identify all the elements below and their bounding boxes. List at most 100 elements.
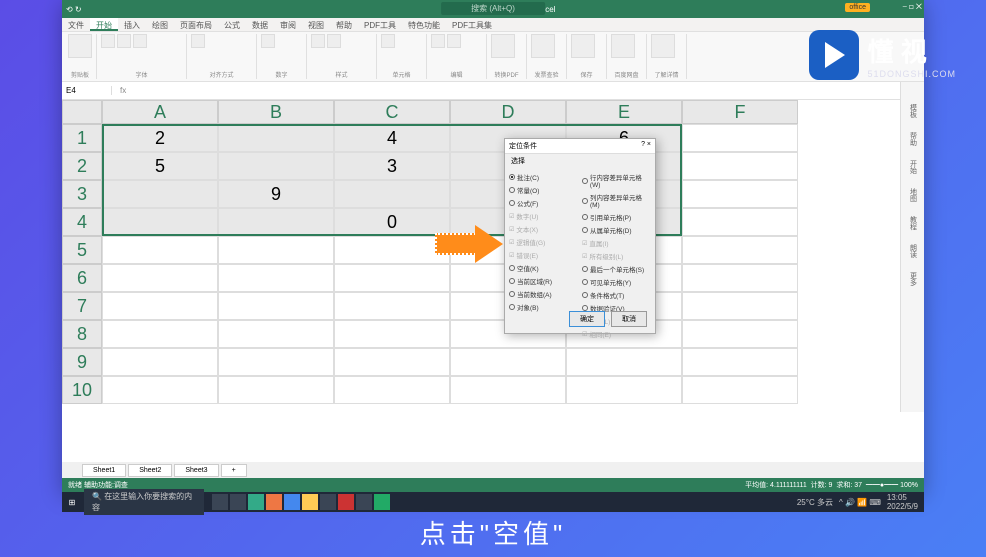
- taskbar-app-icon[interactable]: [248, 494, 264, 510]
- align-icon[interactable]: [191, 34, 205, 48]
- cell-B4[interactable]: [218, 208, 334, 236]
- border-icon[interactable]: [133, 34, 147, 48]
- taskbar-app-icon[interactable]: [284, 494, 300, 510]
- cell-C5[interactable]: [334, 236, 450, 264]
- rp-start[interactable]: 开始: [906, 158, 920, 176]
- rp-tutorial[interactable]: 教程: [906, 214, 920, 232]
- tab-data[interactable]: 数据: [246, 18, 274, 31]
- tray-icons[interactable]: ^ 🔊 📶 ⌨: [839, 498, 881, 507]
- name-box[interactable]: E4: [62, 86, 112, 95]
- invoice-icon[interactable]: [531, 34, 555, 58]
- option-常量(O)[interactable]: 常量(O): [509, 185, 578, 195]
- cell-C3[interactable]: [334, 180, 450, 208]
- col-E[interactable]: E: [566, 100, 682, 124]
- option-批注(C)[interactable]: 批注(C): [509, 172, 578, 182]
- rp-map[interactable]: 地图: [906, 186, 920, 204]
- tab-pdf[interactable]: PDF工具: [358, 18, 402, 31]
- table-icon[interactable]: [327, 34, 341, 48]
- taskbar-search[interactable]: 🔍 在这里输入你要搜索的内容: [84, 489, 204, 515]
- tab-pdfset[interactable]: PDF工具集: [446, 18, 498, 31]
- taskbar-app-icon[interactable]: [338, 494, 354, 510]
- option-列内容差异单元格(M)[interactable]: 列内容差异单元格(M): [582, 192, 651, 209]
- taskbar-app-icon[interactable]: [320, 494, 336, 510]
- row-9[interactable]: 9: [62, 348, 102, 376]
- cell-F5[interactable]: [682, 236, 798, 264]
- pdf-icon[interactable]: [491, 34, 515, 58]
- insert-cell-icon[interactable]: [381, 34, 395, 48]
- option-公式(F)[interactable]: 公式(F): [509, 198, 578, 208]
- find-icon[interactable]: [447, 34, 461, 48]
- cell-C1[interactable]: 4: [334, 124, 450, 152]
- cell-C2[interactable]: 3: [334, 152, 450, 180]
- clock[interactable]: 13:052022/5/9: [887, 493, 918, 511]
- sheet-2[interactable]: Sheet2: [128, 464, 172, 477]
- cell-F4[interactable]: [682, 208, 798, 236]
- sheet-add[interactable]: +: [221, 464, 247, 477]
- row-5[interactable]: 5: [62, 236, 102, 264]
- paste-icon[interactable]: [68, 34, 92, 58]
- row-7[interactable]: 7: [62, 292, 102, 320]
- cell-F1[interactable]: [682, 124, 798, 152]
- row-4[interactable]: 4: [62, 208, 102, 236]
- cell-B3[interactable]: 9: [218, 180, 334, 208]
- select-all-corner[interactable]: [62, 100, 102, 124]
- tab-file[interactable]: 文件: [62, 18, 90, 31]
- option-行内容差异单元格(W)[interactable]: 行内容差异单元格(W): [582, 172, 651, 189]
- start-button[interactable]: ⊞: [62, 492, 82, 512]
- cell-C4[interactable]: 0: [334, 208, 450, 236]
- taskbar-app-icon[interactable]: [356, 494, 372, 510]
- option-对象(B)[interactable]: 对象(B): [509, 302, 578, 312]
- cell-B2[interactable]: [218, 152, 334, 180]
- row-8[interactable]: 8: [62, 320, 102, 348]
- info-icon[interactable]: [651, 34, 675, 58]
- option-当前区域(R)[interactable]: 当前区域(R): [509, 276, 578, 286]
- taskbar-app-icon[interactable]: [212, 494, 228, 510]
- rp-template[interactable]: 模板: [906, 102, 920, 120]
- col-F[interactable]: F: [682, 100, 798, 124]
- row-6[interactable]: 6: [62, 264, 102, 292]
- col-B[interactable]: B: [218, 100, 334, 124]
- tab-help[interactable]: 帮助: [330, 18, 358, 31]
- taskbar-app-icon[interactable]: [230, 494, 246, 510]
- cell-B5[interactable]: [218, 236, 334, 264]
- col-A[interactable]: A: [102, 100, 218, 124]
- col-C[interactable]: C: [334, 100, 450, 124]
- fx-icon[interactable]: fx: [112, 86, 134, 95]
- tab-review[interactable]: 审阅: [274, 18, 302, 31]
- option-条件格式(T)[interactable]: 条件格式(T): [582, 290, 651, 300]
- spreadsheet-grid[interactable]: A B C D E F 1246 2531 39 40 5 6 7 8 9 10: [62, 100, 924, 460]
- save-icon[interactable]: [571, 34, 595, 58]
- rp-help[interactable]: 帮助: [906, 130, 920, 148]
- rp-read[interactable]: 朗读: [906, 242, 920, 260]
- baidu-icon[interactable]: [611, 34, 635, 58]
- sum-icon[interactable]: [431, 34, 445, 48]
- row-3[interactable]: 3: [62, 180, 102, 208]
- taskbar-app-icon[interactable]: [374, 494, 390, 510]
- bold-icon[interactable]: [117, 34, 131, 48]
- option-空值(K)[interactable]: 空值(K): [509, 263, 578, 273]
- tab-formula[interactable]: 公式: [218, 18, 246, 31]
- window-controls[interactable]: ⎯ ◻ ✕: [903, 2, 922, 12]
- tab-draw[interactable]: 绘图: [146, 18, 174, 31]
- cell-F2[interactable]: [682, 152, 798, 180]
- row-10[interactable]: 10: [62, 376, 102, 404]
- cell-A1[interactable]: 2: [102, 124, 218, 152]
- rp-more[interactable]: 更多: [906, 270, 920, 288]
- tab-insert[interactable]: 插入: [118, 18, 146, 31]
- condfmt-icon[interactable]: [311, 34, 325, 48]
- search-bar[interactable]: 搜索 (Alt+Q): [441, 2, 545, 15]
- option-当前数组(A)[interactable]: 当前数组(A): [509, 289, 578, 299]
- col-D[interactable]: D: [450, 100, 566, 124]
- tab-layout[interactable]: 页面布局: [174, 18, 218, 31]
- tab-view[interactable]: 视图: [302, 18, 330, 31]
- cell-A5[interactable]: [102, 236, 218, 264]
- taskbar-app-icon[interactable]: [302, 494, 318, 510]
- sheet-1[interactable]: Sheet1: [82, 464, 126, 477]
- cell-A4[interactable]: [102, 208, 218, 236]
- tab-home[interactable]: 开始: [90, 18, 118, 31]
- font-icon[interactable]: [101, 34, 115, 48]
- cancel-button[interactable]: 取消: [611, 311, 647, 327]
- option-可见单元格(Y)[interactable]: 可见单元格(Y): [582, 277, 651, 287]
- option-最后一个单元格(S)[interactable]: 最后一个单元格(S): [582, 264, 651, 274]
- weather-widget[interactable]: 25°C 多云: [797, 497, 833, 508]
